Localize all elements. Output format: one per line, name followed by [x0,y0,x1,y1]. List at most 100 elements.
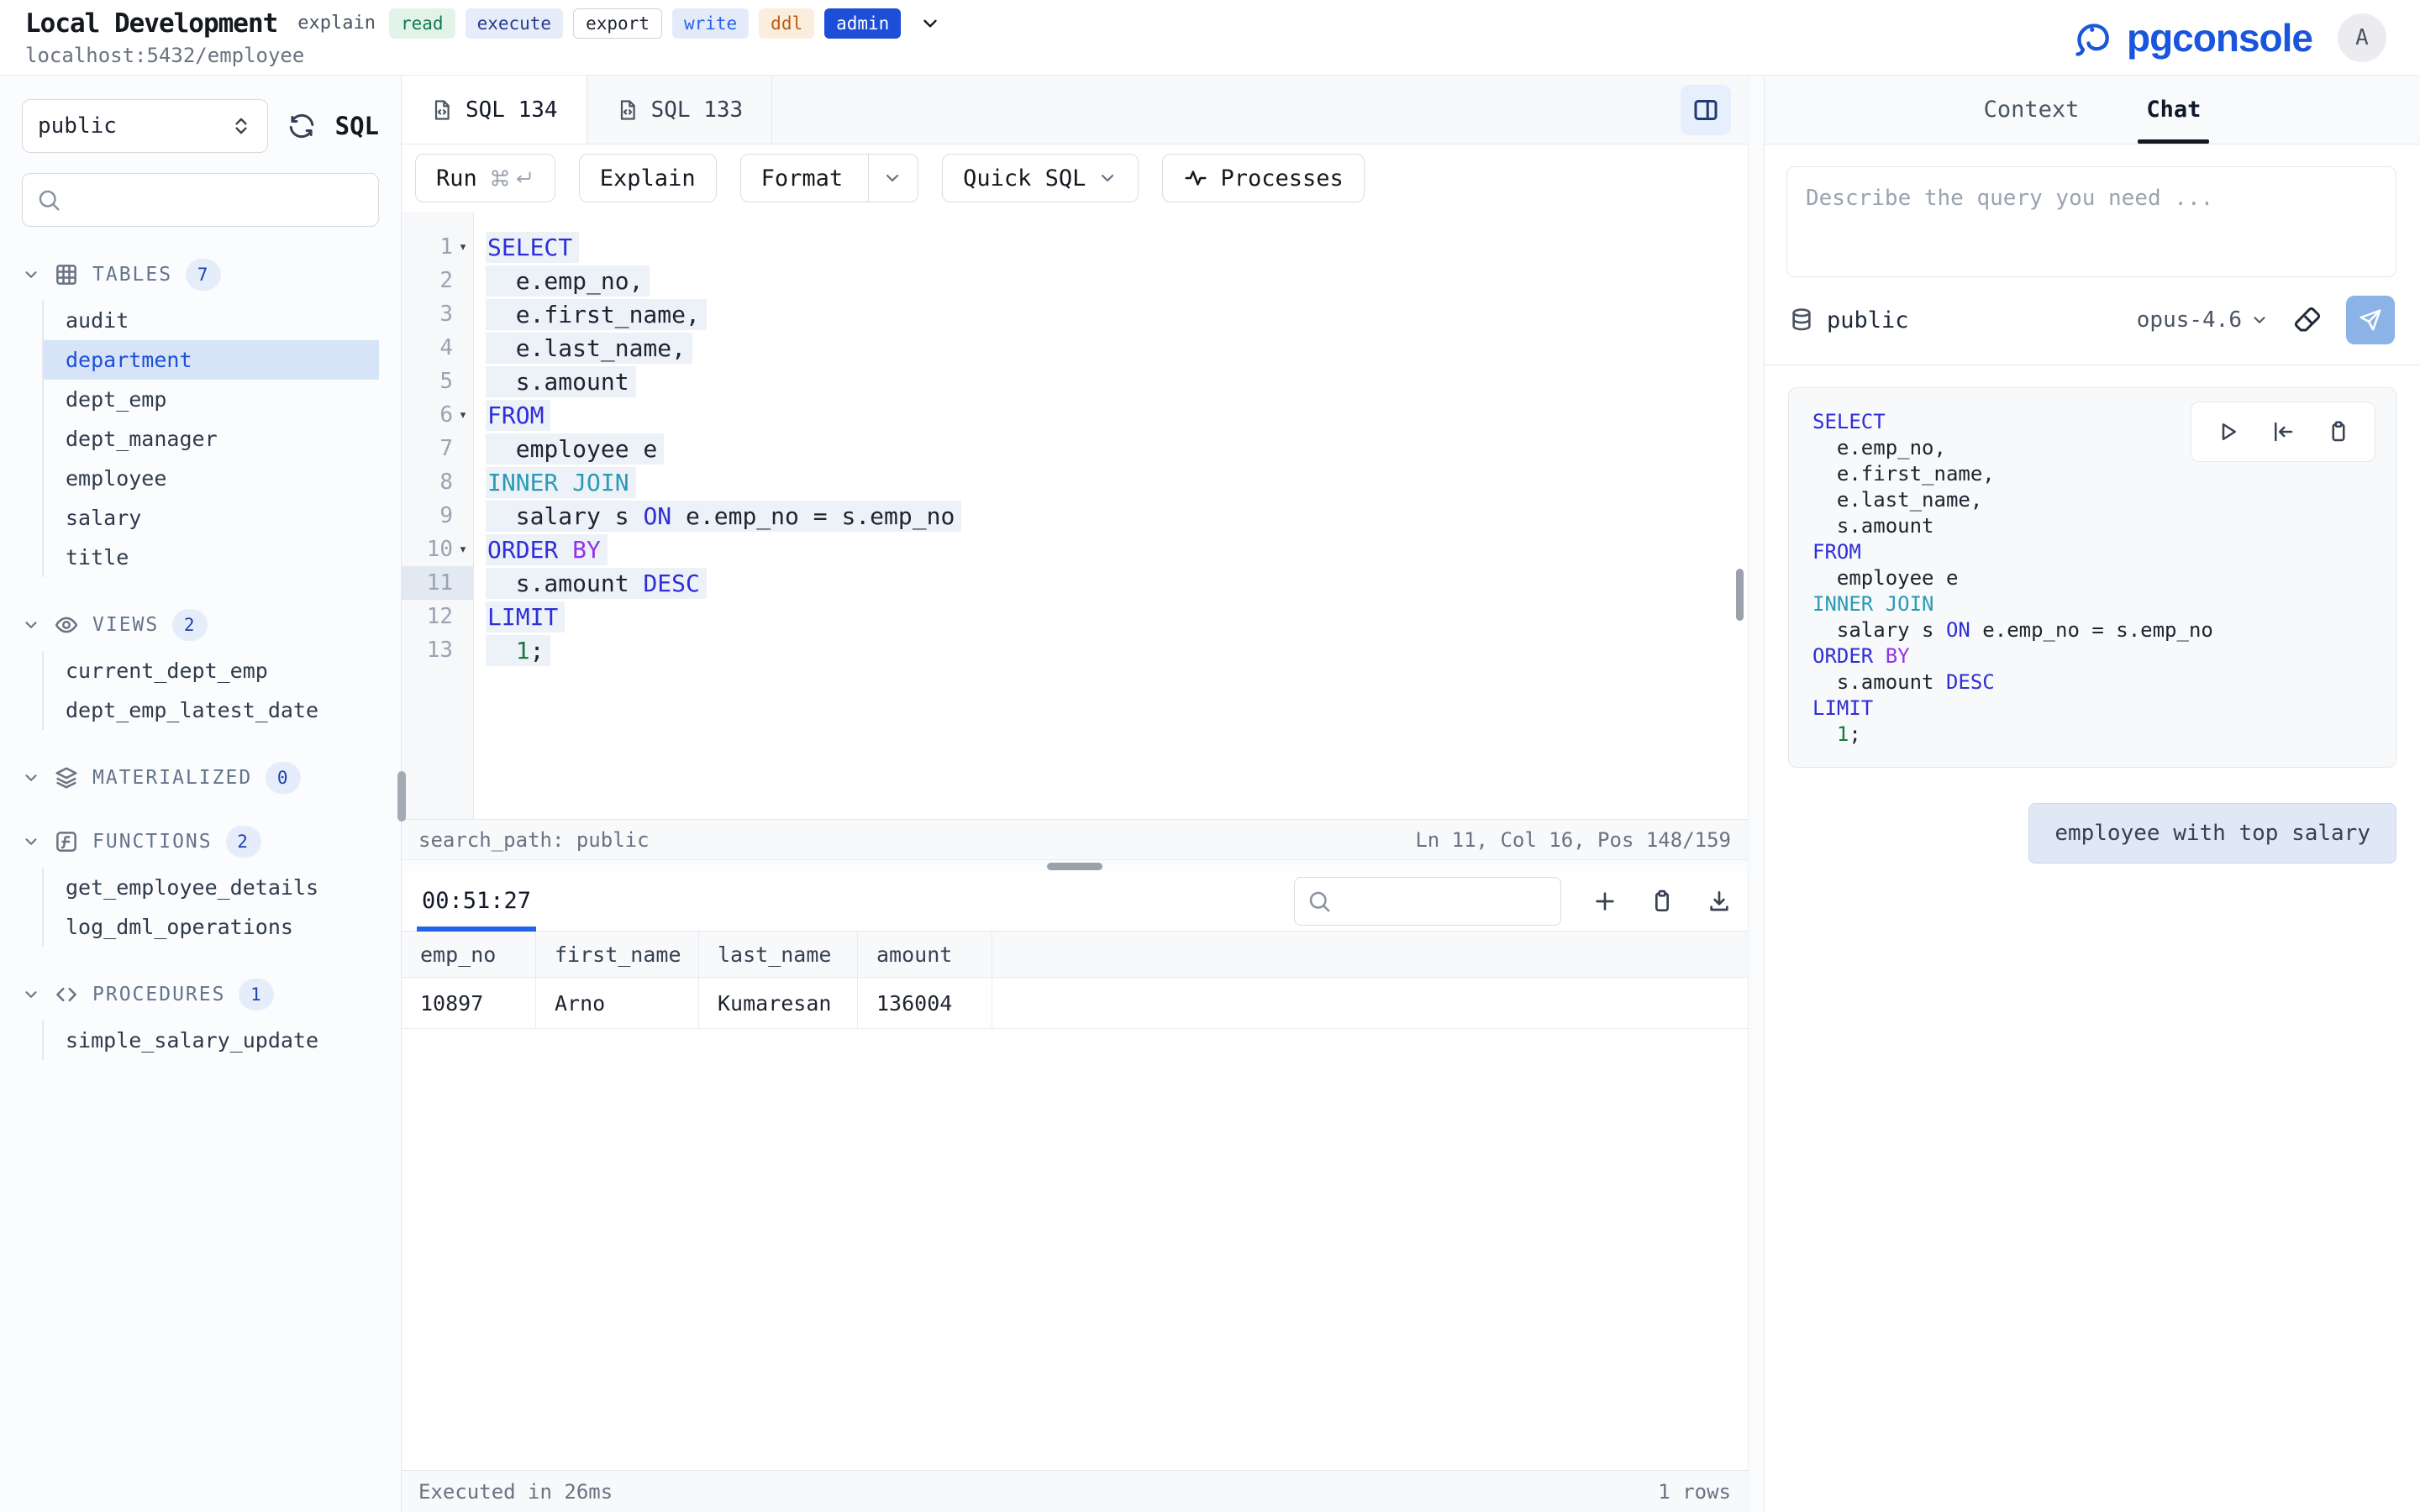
section-header-procedures[interactable]: PROCEDURES1 [22,979,379,1011]
editor-scrollbar[interactable] [1736,569,1744,621]
sidebar-item-dept_manager[interactable]: dept_manager [44,419,379,459]
section-header-tables[interactable]: TABLES7 [22,259,379,291]
tab-context[interactable]: Context [1975,76,2088,144]
line-number: 13 [427,638,453,663]
editor-code[interactable]: SELECT e.emp_no, e.first_name, e.last_na… [474,212,1748,819]
code-line-4: e.last_name, [486,331,1748,365]
schema-select[interactable]: public [22,99,268,153]
column-header-emp_no[interactable]: emp_no [402,932,536,977]
chat-input[interactable] [1786,166,2396,277]
chevron-down-icon[interactable] [919,13,941,34]
download-results-icon[interactable] [1706,888,1733,915]
sidebar-item-get_employee_details[interactable]: get_employee_details [44,868,379,907]
copy-results-icon[interactable] [1649,888,1676,915]
model-select-value: opus-4.6 [2137,307,2242,333]
cell-filler [992,978,1748,1028]
results-resize-handle[interactable] [1047,863,1102,870]
sidebar-item-employee[interactable]: employee [44,459,379,498]
badge-admin[interactable]: admin [824,8,901,39]
sql-mode-label[interactable]: SQL [335,112,379,140]
gutter-line-5: 5 [402,365,473,398]
select-updown-icon [230,115,252,137]
context-schema-chip[interactable]: public [1788,307,1909,333]
badge-write[interactable]: write [672,8,749,39]
refresh-icon[interactable] [287,111,317,141]
sidebar-resize-handle[interactable] [397,771,406,822]
fold-arrow-icon[interactable]: ▾ [453,541,473,558]
code-line-text: e.last_name, [486,333,692,364]
send-button[interactable] [2346,296,2395,344]
table-row[interactable]: 10897ArnoKumaresan136004 [402,978,1748,1029]
results-search-input[interactable] [1340,889,1601,914]
code-line-text: e.first_name, [486,299,707,330]
sidebar-item-current_dept_emp[interactable]: current_dept_emp [44,651,379,690]
results-toolbar: 00:51:27 [402,871,1748,932]
sidebar-search[interactable] [22,173,379,227]
file-code-icon [430,98,454,122]
format-dropdown[interactable] [868,155,902,202]
tab-sql-133[interactable]: SQL 133 [587,76,773,144]
sidebar-item-simple_salary_update[interactable]: simple_salary_update [44,1021,379,1060]
cell-amount: 136004 [858,978,992,1028]
format-button[interactable]: Format [740,154,919,202]
column-header-amount[interactable]: amount [858,932,992,977]
badge-export[interactable]: export [573,8,662,39]
avatar[interactable]: A [2338,13,2386,62]
section-items-functions: get_employee_detailslog_dml_operations [42,868,379,947]
sidebar-item-log_dml_operations[interactable]: log_dml_operations [44,907,379,947]
sidebar-item-dept_emp[interactable]: dept_emp [44,380,379,419]
panel-toggle-button[interactable] [1681,85,1731,135]
add-result-tab-icon[interactable] [1591,888,1618,915]
result-timer-tab[interactable]: 00:51:27 [417,871,536,932]
run-button[interactable]: Run [415,154,555,202]
run-sql-icon[interactable] [2215,419,2240,444]
column-header-first_name[interactable]: first_name [536,932,699,977]
sidebar-item-audit[interactable]: audit [44,301,379,340]
quick-sql-button[interactable]: Quick SQL [942,154,1139,202]
badge-ddl[interactable]: ddl [759,8,814,39]
gutter-line-9: 9 [402,499,473,533]
section-header-functions[interactable]: FUNCTIONS2 [22,826,379,858]
model-select[interactable]: opus-4.6 [2137,307,2269,333]
tab-sql-134[interactable]: SQL 134 [402,76,587,144]
gutter-line-13: 13 [402,633,473,667]
results-table-header: emp_nofirst_namelast_nameamount [402,932,1748,978]
right-panel-divider[interactable] [1748,76,1765,1512]
results-search[interactable] [1294,877,1561,926]
sql-message-toolbar [2191,402,2375,462]
sidebar-item-dept_emp_latest_date[interactable]: dept_emp_latest_date [44,690,379,730]
line-number: 10 [427,537,453,562]
explain-button[interactable]: Explain [579,154,717,202]
sidebar-item-title[interactable]: title [44,538,379,577]
insert-sql-icon[interactable] [2270,419,2296,444]
mode-badges: read execute export write ddl admin [389,8,901,39]
code-line-text: 1; [486,635,550,666]
sidebar-search-input[interactable] [71,187,365,213]
gutter-line-3: 3 [402,297,473,331]
assistant-sql-message: SELECT e.emp_no, e.first_name, e.last_na… [1788,387,2396,768]
sql-editor[interactable]: 1▾23456▾78910▾111213 SELECT e.emp_no, e.… [402,212,1748,819]
code-line-12: LIMIT [486,600,1748,633]
fold-arrow-icon[interactable]: ▾ [453,407,473,423]
user-message: employee with top salary [2028,803,2396,864]
table-grid-icon [54,262,79,287]
section-header-materialized[interactable]: MATERIALIZED0 [22,762,379,794]
copy-sql-icon[interactable] [2326,419,2351,444]
connection-title: Local Development [25,8,277,39]
badge-read[interactable]: read [389,8,455,39]
processes-button[interactable]: Processes [1162,154,1364,202]
badge-execute[interactable]: execute [466,8,564,39]
clear-chat-icon[interactable] [2292,305,2323,335]
column-header-last_name[interactable]: last_name [699,932,858,977]
connection-url: localhost:5432/employee [25,44,941,67]
tab-chat[interactable]: Chat [2138,76,2209,144]
search-path-status: search_path: public [418,828,650,852]
sidebar-item-department[interactable]: department [44,340,379,380]
column-header-filler [992,932,1748,977]
line-number: 12 [427,604,453,629]
row-count: 1 rows [1658,1480,1731,1504]
chat-code-line-6: FROM [1812,538,2372,564]
sidebar-item-salary[interactable]: salary [44,498,379,538]
section-header-views[interactable]: VIEWS2 [22,609,379,641]
fold-arrow-icon[interactable]: ▾ [453,239,473,255]
